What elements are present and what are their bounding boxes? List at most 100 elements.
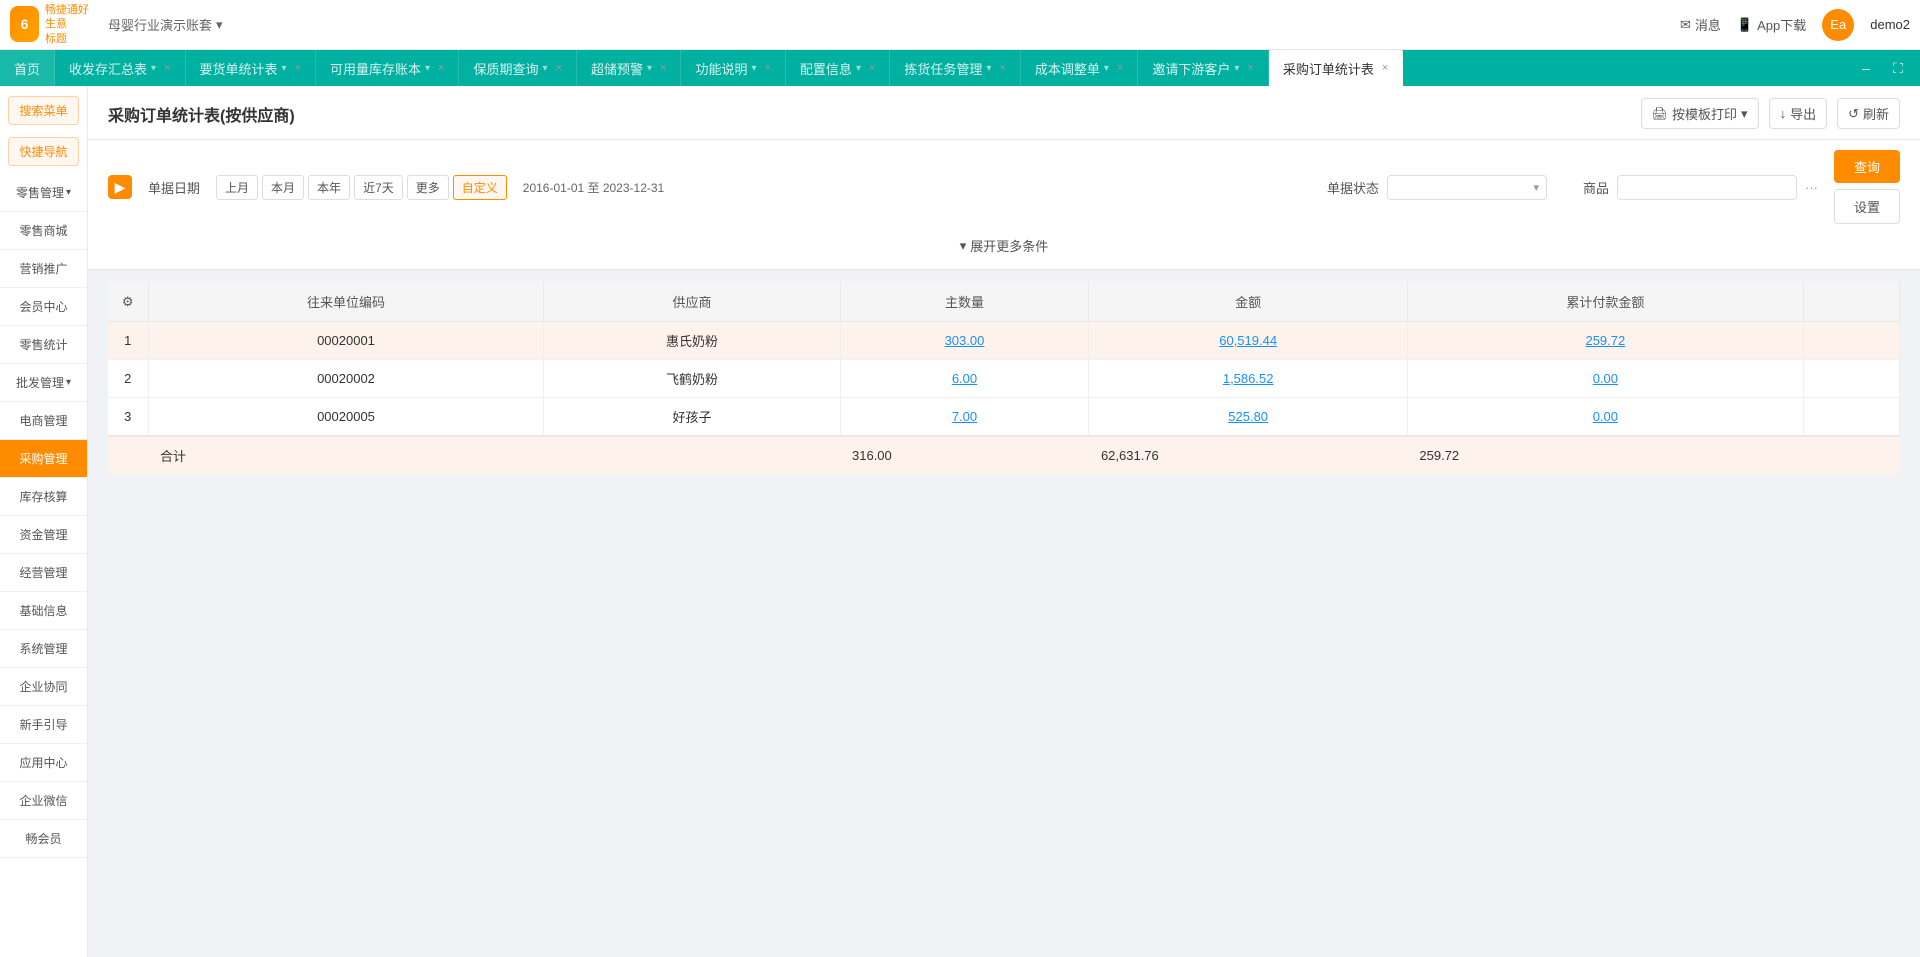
filter-toggle-btn[interactable]: ▶	[108, 175, 132, 199]
sidebar-item-wholesale[interactable]: 批发管理 ▾	[0, 364, 87, 402]
paid-link[interactable]: 259.72	[1585, 333, 1625, 348]
close-icon[interactable]: ×	[869, 62, 875, 74]
chevron-down-icon: ▾	[986, 63, 991, 74]
tab-shoufacun[interactable]: 收发存汇总表 ▾ ×	[55, 50, 185, 86]
minimize-icon[interactable]: –	[1852, 54, 1880, 82]
sidebar-item-member[interactable]: 会员中心	[0, 288, 87, 326]
sidebar-item-wechat[interactable]: 企业微信	[0, 782, 87, 820]
sidebar-search-area: 搜索菜单	[0, 86, 87, 131]
close-icon[interactable]: ×	[1382, 62, 1388, 74]
close-icon[interactable]: ×	[295, 62, 301, 74]
sidebar-item-retail-store[interactable]: 零售商城	[0, 212, 87, 250]
filter-more-row: ▾ 展开更多条件	[108, 232, 1900, 259]
chevron-down-icon: ▾	[1104, 63, 1109, 74]
industry-selector[interactable]: 母婴行业演示账套 ▾	[108, 15, 1670, 34]
sidebar-item-marketing[interactable]: 营销推广	[0, 250, 87, 288]
content-area: 采购订单统计表(按供应商) 🖨 按模板打印 ▾ ↓ 导出 ↺ 刷新	[88, 86, 1920, 957]
tab-chengben[interactable]: 成本调整单 ▾ ×	[1021, 50, 1138, 86]
export-btn[interactable]: ↓ 导出	[1769, 98, 1828, 129]
tab-yaoqing[interactable]: 邀请下游客户 ▾ ×	[1138, 50, 1268, 86]
more-dates-btn[interactable]: 更多	[407, 175, 449, 200]
this-month-btn[interactable]: 本月	[262, 175, 304, 200]
goods-filter-input[interactable]	[1617, 175, 1797, 200]
settings-btn[interactable]: 设置	[1834, 189, 1900, 224]
row-code: 00020001	[148, 322, 544, 360]
sidebar-item-finance[interactable]: 资金管理	[0, 516, 87, 554]
qty-link[interactable]: 303.00	[945, 333, 985, 348]
col-supplier: 供应商	[544, 282, 840, 322]
row-qty: 303.00	[840, 322, 1089, 360]
col-amount: 金额	[1089, 282, 1407, 322]
row-paid: 0.00	[1407, 360, 1803, 398]
sidebar-item-newbie[interactable]: 新手引导	[0, 706, 87, 744]
print-btn[interactable]: 🖨 按模板打印 ▾	[1641, 98, 1759, 129]
last-month-btn[interactable]: 上月	[216, 175, 258, 200]
sidebar-item-operations[interactable]: 经营管理	[0, 554, 87, 592]
data-table: ⚙ 往来单位编码 供应商 主数量 金额 累计付款金额 1 00020001	[108, 282, 1900, 474]
tab-jianhuo[interactable]: 拣货任务管理 ▾ ×	[890, 50, 1020, 86]
tab-yaohuo[interactable]: 要货单统计表 ▾ ×	[186, 50, 316, 86]
tab-chaochu[interactable]: 超储预警 ▾ ×	[577, 50, 681, 86]
close-icon[interactable]: ×	[556, 62, 562, 74]
close-icon[interactable]: ×	[660, 62, 666, 74]
paid-link[interactable]: 0.00	[1593, 371, 1618, 386]
amount-link[interactable]: 60,519.44	[1219, 333, 1277, 348]
chevron-down-icon: ▾	[66, 187, 71, 198]
query-btn[interactable]: 查询	[1834, 150, 1900, 183]
tab-caigou-active[interactable]: 采购订单统计表 ×	[1269, 50, 1403, 86]
sidebar-item-purchase[interactable]: 采购管理	[0, 440, 87, 478]
refresh-btn[interactable]: ↺ 刷新	[1837, 98, 1900, 129]
quick-nav-btn[interactable]: 快捷导航	[8, 137, 79, 166]
sidebar-item-app-center[interactable]: 应用中心	[0, 744, 87, 782]
message-icon: ✉	[1680, 17, 1691, 33]
user-name[interactable]: demo2	[1870, 17, 1910, 32]
refresh-icon: ↺	[1848, 106, 1859, 122]
maximize-icon[interactable]: ⛶	[1884, 54, 1912, 82]
custom-date-btn[interactable]: 自定义	[453, 175, 507, 200]
amount-link[interactable]: 525.80	[1228, 409, 1268, 424]
sidebar-item-system[interactable]: 系统管理	[0, 630, 87, 668]
sidebar: 搜索菜单 快捷导航 零售管理 ▾ 零售商城 营销推广 会员中心 零售统计 批发管…	[0, 86, 88, 957]
sidebar-item-retail-mgmt[interactable]: 零售管理 ▾	[0, 174, 87, 212]
sidebar-item-retail-stats[interactable]: 零售统计	[0, 326, 87, 364]
chevron-down-icon: ▾	[542, 63, 547, 74]
footer-label: 合计	[148, 436, 544, 474]
expand-filter-btn[interactable]: ▾ 展开更多条件	[950, 232, 1059, 259]
tab-home[interactable]: 首页	[0, 50, 55, 86]
sidebar-item-enterprise[interactable]: 企业协同	[0, 668, 87, 706]
sidebar-item-ecommerce[interactable]: 电商管理	[0, 402, 87, 440]
close-icon[interactable]: ×	[764, 62, 770, 74]
qty-link[interactable]: 6.00	[952, 371, 977, 386]
gear-icon[interactable]: ⚙	[122, 294, 134, 309]
row-supplier: 好孩子	[544, 398, 840, 437]
row-amount: 525.80	[1089, 398, 1407, 437]
tab-peizhi[interactable]: 配置信息 ▾ ×	[786, 50, 890, 86]
app-download-btn[interactable]: 📱 App下载	[1737, 15, 1806, 34]
avatar[interactable]: Ea	[1822, 9, 1854, 41]
message-btn[interactable]: ✉ 消息	[1680, 15, 1721, 34]
status-select[interactable]	[1387, 175, 1547, 200]
search-menu-btn[interactable]: 搜索菜单	[8, 96, 79, 125]
more-icon[interactable]: ···	[1805, 180, 1818, 195]
this-year-btn[interactable]: 本年	[308, 175, 350, 200]
qty-link[interactable]: 7.00	[952, 409, 977, 424]
row-extra	[1803, 360, 1899, 398]
sidebar-item-member2[interactable]: 畅会员	[0, 820, 87, 858]
sidebar-item-basic-info[interactable]: 基础信息	[0, 592, 87, 630]
close-icon[interactable]: ×	[1247, 62, 1253, 74]
row-qty: 6.00	[840, 360, 1089, 398]
tab-baozhi[interactable]: 保质期查询 ▾ ×	[459, 50, 576, 86]
row-amount: 1,586.52	[1089, 360, 1407, 398]
tab-kuyong[interactable]: 可用量库存账本 ▾ ×	[316, 50, 459, 86]
amount-link[interactable]: 1,586.52	[1223, 371, 1274, 386]
sidebar-item-inventory[interactable]: 库存核算	[0, 478, 87, 516]
paid-link[interactable]: 0.00	[1593, 409, 1618, 424]
close-icon[interactable]: ×	[1117, 62, 1123, 74]
close-icon[interactable]: ×	[999, 62, 1005, 74]
close-icon[interactable]: ×	[438, 62, 444, 74]
last-7-days-btn[interactable]: 近7天	[354, 175, 403, 200]
close-icon[interactable]: ×	[164, 62, 170, 74]
avatar-initials: Ea	[1830, 17, 1846, 32]
row-code: 00020002	[148, 360, 544, 398]
tab-gongneng[interactable]: 功能说明 ▾ ×	[681, 50, 785, 86]
